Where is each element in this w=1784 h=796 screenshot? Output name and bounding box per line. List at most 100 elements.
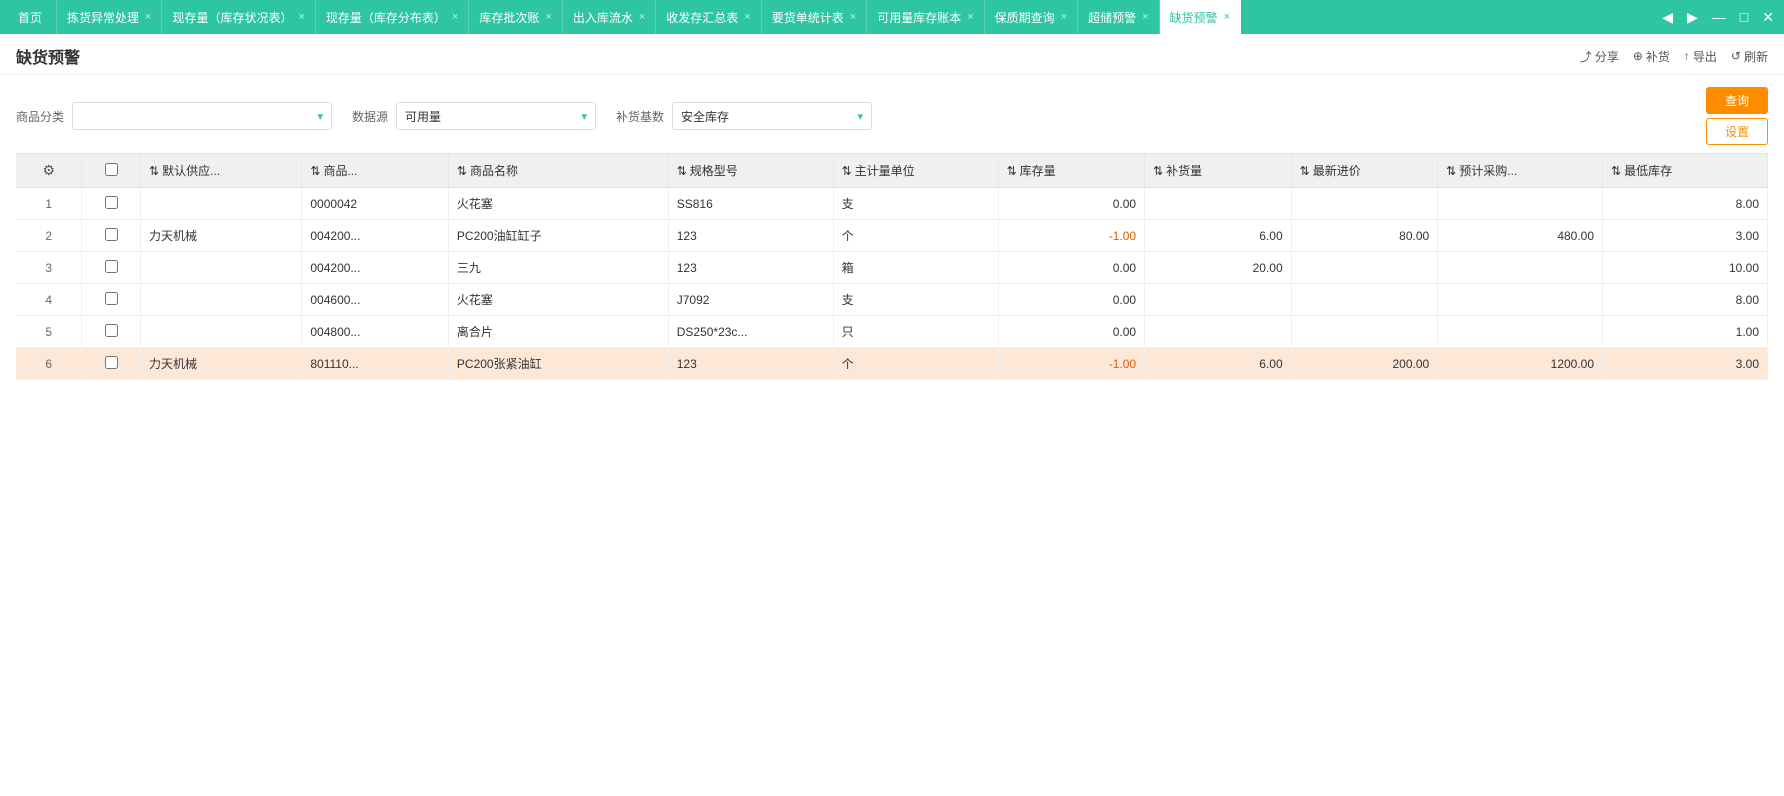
tab-inventory-dist[interactable]: 现存量（库存分布表） × bbox=[316, 0, 469, 34]
gear-icon[interactable]: ⚙ bbox=[42, 162, 55, 178]
datasource-select[interactable]: 可用量 ▾ bbox=[396, 102, 596, 130]
row-goods-code: 0000042 bbox=[302, 188, 449, 220]
tab-order-stats-close[interactable]: × bbox=[850, 11, 856, 23]
th-min-stock[interactable]: ⇅ 最低库存 bbox=[1603, 154, 1768, 188]
th-goods-code[interactable]: ⇅ 商品... bbox=[302, 154, 449, 188]
row-spec: SS816 bbox=[668, 188, 833, 220]
filter-row: 商品分类 ▾ 数据源 可用量 ▾ 补货基数 安全库存 ▾ 查询 设置 bbox=[0, 75, 1784, 153]
row-supplier bbox=[141, 284, 302, 316]
share-button[interactable]: ⤴ 分享 bbox=[1580, 48, 1619, 65]
row-est-purchase bbox=[1438, 284, 1603, 316]
refresh-button[interactable]: ↺ 刷新 bbox=[1731, 48, 1768, 65]
row-stock: 0.00 bbox=[998, 188, 1145, 220]
shortage-table: ⚙ ⇅ 默认供应... ⇅ 商品... bbox=[16, 153, 1768, 380]
row-checkbox[interactable] bbox=[105, 196, 118, 209]
refresh-icon: ↺ bbox=[1731, 49, 1741, 63]
row-checkbox[interactable] bbox=[105, 228, 118, 241]
tab-recv-summary-close[interactable]: × bbox=[744, 11, 750, 23]
th-latest-price-label: 最新进价 bbox=[1313, 162, 1361, 179]
table-row: 5 004800... 离合片 DS250*23c... 只 0.00 1.00 bbox=[16, 316, 1768, 348]
tab-bar: 首页 拣货异常处理 × 现存量（库存状况表） × 现存量（库存分布表） × 库存… bbox=[0, 0, 1784, 34]
table-header-row: ⚙ ⇅ 默认供应... ⇅ 商品... bbox=[16, 154, 1768, 188]
select-all-checkbox[interactable] bbox=[105, 163, 118, 176]
th-supplier[interactable]: ⇅ 默认供应... bbox=[141, 154, 302, 188]
category-select[interactable]: ▾ bbox=[72, 102, 332, 130]
th-goods-name[interactable]: ⇅ 商品名称 bbox=[448, 154, 668, 188]
row-stock: 0.00 bbox=[998, 284, 1145, 316]
replenish-icon: ⊕ bbox=[1633, 49, 1643, 63]
export-label: 导出 bbox=[1693, 48, 1717, 65]
th-est-purchase[interactable]: ⇅ 预计采购... bbox=[1438, 154, 1603, 188]
th-spec[interactable]: ⇅ 规格型号 bbox=[668, 154, 833, 188]
tab-defect-proc[interactable]: 拣货异常处理 × bbox=[57, 0, 162, 34]
row-checkbox-cell[interactable] bbox=[82, 284, 141, 316]
th-check[interactable] bbox=[82, 154, 141, 188]
row-latest-price bbox=[1291, 252, 1438, 284]
tab-inout-flow[interactable]: 出入库流水 × bbox=[563, 0, 656, 34]
th-replenish-sort-icon: ⇅ bbox=[1153, 164, 1163, 178]
row-min-stock: 8.00 bbox=[1603, 284, 1768, 316]
category-label: 商品分类 bbox=[16, 108, 64, 125]
row-min-stock: 8.00 bbox=[1603, 188, 1768, 220]
tab-expiry-query[interactable]: 保质期查询 × bbox=[985, 0, 1078, 34]
tab-order-stats-label: 要货单统计表 bbox=[772, 9, 844, 26]
tab-avail-ledger-close[interactable]: × bbox=[967, 11, 973, 23]
table-row: 3 004200... 三九 123 箱 0.00 20.00 10.00 bbox=[16, 252, 1768, 284]
tab-shortage-label: 缺货预警 bbox=[1170, 9, 1218, 26]
replenish-base-select[interactable]: 安全库存 ▾ bbox=[672, 102, 872, 130]
row-checkbox[interactable] bbox=[105, 356, 118, 369]
row-est-purchase: 1200.00 bbox=[1438, 348, 1603, 380]
tab-home[interactable]: 首页 bbox=[4, 0, 57, 34]
share-label: 分享 bbox=[1595, 48, 1619, 65]
settings-button[interactable]: 设置 bbox=[1706, 118, 1768, 145]
tab-recv-summary[interactable]: 收发存汇总表 × bbox=[656, 0, 761, 34]
row-supplier bbox=[141, 316, 302, 348]
tab-expiry-query-close[interactable]: × bbox=[1061, 11, 1067, 23]
th-unit[interactable]: ⇅ 主计量单位 bbox=[833, 154, 998, 188]
row-spec: 123 bbox=[668, 252, 833, 284]
tab-defect-proc-close[interactable]: × bbox=[145, 11, 151, 23]
row-est-purchase bbox=[1438, 252, 1603, 284]
row-checkbox[interactable] bbox=[105, 260, 118, 273]
window-minimize-button[interactable]: — bbox=[1706, 0, 1732, 34]
row-latest-price bbox=[1291, 284, 1438, 316]
tab-shortage-close[interactable]: × bbox=[1224, 11, 1230, 23]
row-min-stock: 1.00 bbox=[1603, 316, 1768, 348]
page-title: 缺货预警 bbox=[16, 44, 80, 68]
tab-inventory-dist-close[interactable]: × bbox=[452, 11, 458, 23]
row-checkbox-cell[interactable] bbox=[82, 220, 141, 252]
tab-inventory-status-close[interactable]: × bbox=[298, 11, 304, 23]
tab-inventory-status[interactable]: 现存量（库存状况表） × bbox=[162, 0, 315, 34]
row-supplier bbox=[141, 252, 302, 284]
th-settings[interactable]: ⚙ bbox=[16, 154, 82, 188]
tab-inout-flow-label: 出入库流水 bbox=[573, 9, 633, 26]
row-spec: 123 bbox=[668, 348, 833, 380]
tab-overstock[interactable]: 超储预警 × bbox=[1078, 0, 1159, 34]
table-body: 1 0000042 火花塞 SS816 支 0.00 8.00 2 力天机械 0… bbox=[16, 188, 1768, 380]
row-checkbox-cell[interactable] bbox=[82, 252, 141, 284]
row-checkbox-cell[interactable] bbox=[82, 188, 141, 220]
tab-batch-account-close[interactable]: × bbox=[545, 11, 551, 23]
tab-avail-ledger[interactable]: 可用量库存账本 × bbox=[867, 0, 984, 34]
tab-order-stats[interactable]: 要货单统计表 × bbox=[762, 0, 867, 34]
replenish-button[interactable]: ⊕ 补货 bbox=[1633, 48, 1670, 65]
tab-prev-button[interactable]: ◀ bbox=[1656, 0, 1679, 34]
export-button[interactable]: ↑ 导出 bbox=[1684, 48, 1717, 65]
tab-overstock-close[interactable]: × bbox=[1142, 11, 1148, 23]
window-maximize-button[interactable]: □ bbox=[1734, 0, 1754, 34]
row-checkbox-cell[interactable] bbox=[82, 348, 141, 380]
th-stock[interactable]: ⇅ 库存量 bbox=[998, 154, 1145, 188]
row-checkbox[interactable] bbox=[105, 324, 118, 337]
row-checkbox[interactable] bbox=[105, 292, 118, 305]
window-close-button[interactable]: ✕ bbox=[1756, 0, 1780, 34]
th-latest-price[interactable]: ⇅ 最新进价 bbox=[1291, 154, 1438, 188]
th-latest-price-sort-icon: ⇅ bbox=[1300, 164, 1310, 178]
tab-batch-account[interactable]: 库存批次账 × bbox=[469, 0, 562, 34]
th-replenish[interactable]: ⇅ 补货量 bbox=[1145, 154, 1292, 188]
tab-inout-flow-close[interactable]: × bbox=[639, 11, 645, 23]
tab-shortage[interactable]: 缺货预警 × bbox=[1160, 0, 1241, 34]
row-checkbox-cell[interactable] bbox=[82, 316, 141, 348]
query-button[interactable]: 查询 bbox=[1706, 87, 1768, 114]
row-min-stock: 10.00 bbox=[1603, 252, 1768, 284]
tab-next-button[interactable]: ▶ bbox=[1681, 0, 1704, 34]
